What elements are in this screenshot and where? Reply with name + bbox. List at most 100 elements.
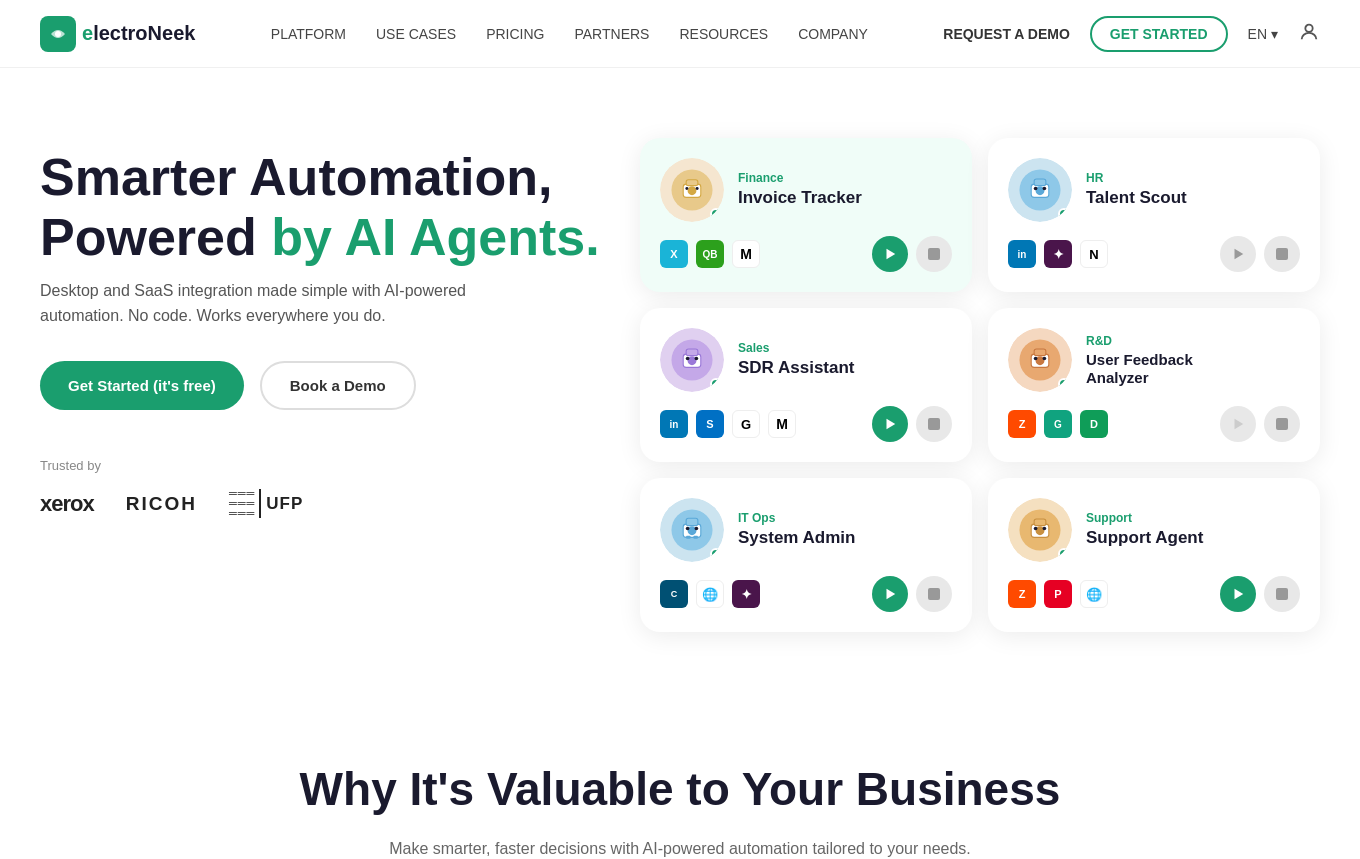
zapier-icon-support: Z	[1008, 580, 1036, 608]
card-footer-finance: X QB M	[660, 236, 952, 272]
svg-rect-26	[1034, 349, 1046, 356]
card-footer-sales: in S G M	[660, 406, 952, 442]
avatar-finance	[660, 158, 724, 222]
quickbooks-icon: QB	[696, 240, 724, 268]
svg-point-21	[695, 357, 699, 361]
card-header-itops: IT Ops System Admin	[660, 498, 952, 562]
stop-button-hr[interactable]	[1264, 236, 1300, 272]
svg-rect-5	[686, 180, 698, 186]
nav-right: REQUEST A DEMO GET STARTED EN ▾	[943, 16, 1320, 52]
card-info-support: Support Support Agent	[1086, 511, 1300, 548]
svg-point-14	[1043, 187, 1047, 191]
avatar-sales	[660, 328, 724, 392]
svg-rect-42	[1034, 519, 1046, 526]
nav-pricing[interactable]: PRICING	[486, 26, 544, 42]
nav-partners[interactable]: PARTNERS	[574, 26, 649, 42]
avatar-hr	[1008, 158, 1072, 222]
agent-card-hr: HR Talent Scout in ✦ N	[988, 138, 1320, 292]
bottom-title: Why It's Valuable to Your Business	[40, 762, 1320, 816]
svg-marker-29	[1235, 419, 1244, 430]
svg-point-43	[1034, 527, 1038, 531]
sheets-icon: D	[1080, 410, 1108, 438]
language-selector[interactable]: EN ▾	[1248, 26, 1278, 42]
hero-subtitle: Desktop and SaaS integration made simple…	[40, 278, 540, 329]
hero-buttons: Get Started (it's free) Book a Demo	[40, 361, 600, 410]
logo-text: electroNeek	[82, 22, 195, 45]
stop-button-finance[interactable]	[916, 236, 952, 272]
card-name-itops: System Admin	[738, 528, 952, 548]
avatar-dot-support	[1058, 548, 1070, 560]
agent-card-sales: Sales SDR Assistant in S G M	[640, 308, 972, 462]
citrix-icon: C	[660, 580, 688, 608]
nav-company[interactable]: COMPANY	[798, 26, 868, 42]
hero-section: Smarter Automation, Powered by AI Agents…	[0, 68, 1360, 682]
svg-point-0	[55, 31, 61, 37]
card-controls-finance	[872, 236, 952, 272]
card-category-finance: Finance	[738, 171, 952, 185]
stop-button-support[interactable]	[1264, 576, 1300, 612]
user-icon[interactable]	[1298, 21, 1320, 47]
stop-button-itops[interactable]	[916, 576, 952, 612]
nav-resources[interactable]: RESOURCES	[679, 26, 768, 42]
request-demo-link[interactable]: REQUEST A DEMO	[943, 26, 1070, 42]
card-header-finance: Finance Invoice Tracker	[660, 158, 952, 222]
card-header-support: Support Support Agent	[1008, 498, 1300, 562]
svg-point-20	[686, 357, 690, 361]
svg-point-1	[1305, 24, 1312, 31]
notion-icon-hr: N	[1080, 240, 1108, 268]
stop-button-sales[interactable]	[916, 406, 952, 442]
agent-card-itops: IT Ops System Admin C 🌐 ✦	[640, 478, 972, 632]
card-controls-itops	[872, 576, 952, 612]
svg-point-28	[1043, 357, 1047, 361]
svg-point-4	[688, 186, 697, 195]
nav-platform[interactable]: PLATFORM	[271, 26, 346, 42]
card-footer-hr: in ✦ N	[1008, 236, 1300, 272]
play-button-rd[interactable]	[1220, 406, 1256, 442]
svg-point-44	[1043, 527, 1047, 531]
chrome-icon-support: 🌐	[1080, 580, 1108, 608]
play-button-sales[interactable]	[872, 406, 908, 442]
nav-use-cases[interactable]: USE CASES	[376, 26, 456, 42]
book-demo-button[interactable]: Book a Demo	[260, 361, 416, 410]
play-button-itops[interactable]	[872, 576, 908, 612]
get-started-nav-button[interactable]: GET STARTED	[1090, 16, 1228, 52]
avatar-dot-hr	[1058, 208, 1070, 220]
get-started-button[interactable]: Get Started (it's free)	[40, 361, 244, 410]
card-icons-finance: X QB M	[660, 240, 760, 268]
play-button-finance[interactable]	[872, 236, 908, 272]
card-header-sales: Sales SDR Assistant	[660, 328, 952, 392]
play-button-hr[interactable]	[1220, 236, 1256, 272]
svg-point-7	[696, 187, 699, 190]
card-category-itops: IT Ops	[738, 511, 952, 525]
card-name-support: Support Agent	[1086, 528, 1300, 548]
avatar-dot-itops	[710, 548, 722, 560]
card-controls-support	[1220, 576, 1300, 612]
agent-card-support: Support Support Agent Z P 🌐	[988, 478, 1320, 632]
svg-rect-33	[686, 518, 698, 525]
card-category-support: Support	[1086, 511, 1300, 525]
svg-rect-12	[1034, 179, 1046, 186]
gmail-icon-sales: M	[768, 410, 796, 438]
slack-icon-itops: ✦	[732, 580, 760, 608]
svg-point-27	[1034, 357, 1038, 361]
card-info-finance: Finance Invoice Tracker	[738, 171, 952, 208]
pin-icon-support: P	[1044, 580, 1072, 608]
play-button-support[interactable]	[1220, 576, 1256, 612]
avatar-itops	[660, 498, 724, 562]
svg-marker-8	[887, 249, 896, 260]
bottom-subtitle: Make smarter, faster decisions with AI-p…	[380, 836, 980, 859]
card-category-hr: HR	[1086, 171, 1300, 185]
svg-rect-37	[693, 536, 697, 539]
chrome-icon-itops: 🌐	[696, 580, 724, 608]
stop-button-rd[interactable]	[1264, 406, 1300, 442]
svg-marker-15	[1235, 249, 1244, 260]
avatar-rd	[1008, 328, 1072, 392]
svg-marker-22	[887, 419, 896, 430]
card-info-itops: IT Ops System Admin	[738, 511, 952, 548]
avatar-dot-rd	[1058, 378, 1070, 390]
svg-marker-38	[887, 589, 896, 600]
logo[interactable]: electroNeek	[40, 16, 195, 52]
svg-point-34	[686, 527, 690, 531]
card-header-hr: HR Talent Scout	[1008, 158, 1300, 222]
svg-marker-45	[1235, 589, 1244, 600]
